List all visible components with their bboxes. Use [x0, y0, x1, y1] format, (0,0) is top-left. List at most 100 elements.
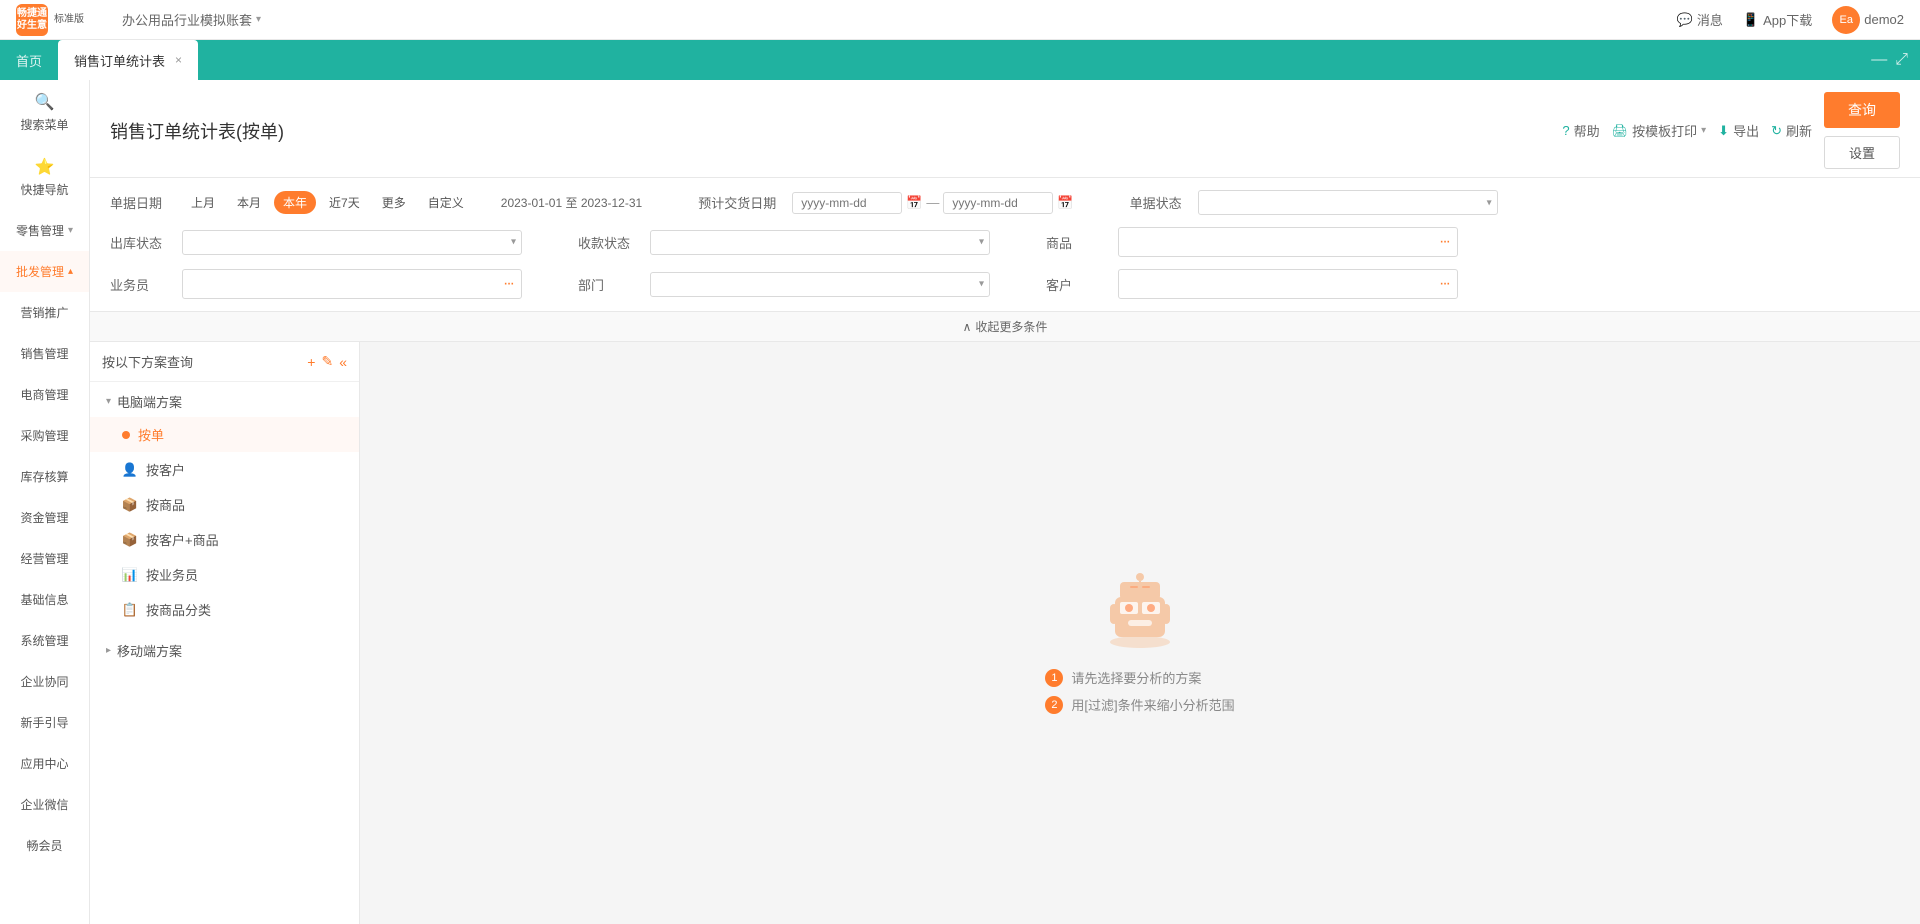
sidebar-item-ecommerce[interactable]: 电商管理: [0, 374, 89, 415]
star-icon: ⭐: [35, 157, 55, 177]
sidebar-item-wechat[interactable]: 企业微信: [0, 784, 89, 825]
sidebar-item-inventory[interactable]: 库存核算: [0, 456, 89, 497]
collapse-chevron-icon: ∧: [963, 320, 972, 334]
tab-maximize-icon[interactable]: ⤢: [1895, 51, 1908, 69]
shortcut-more[interactable]: 更多: [373, 191, 415, 214]
sidebar-item-member[interactable]: 畅会员: [0, 825, 89, 866]
workspace-selector[interactable]: 办公用品行业模拟账套 ▾: [122, 10, 261, 29]
scheme-item-by-category[interactable]: 📋 按商品分类: [90, 592, 359, 627]
workspace-name: 办公用品行业模拟账套: [122, 10, 252, 29]
print-button[interactable]: 🖨 按模板打印 ▾: [1612, 121, 1707, 140]
delivery-date-label: 预计交货日期: [698, 193, 776, 212]
shortcut-this-month[interactable]: 本月: [228, 191, 270, 214]
message-icon: 💬: [1677, 12, 1693, 28]
sidebar-item-quick-nav[interactable]: ⭐ 快捷导航: [0, 145, 89, 210]
scheme-item-by-salesperson[interactable]: 📊 按业务员: [90, 557, 359, 592]
product-icon: 📦: [122, 497, 138, 513]
scheme-section-mobile-header[interactable]: ▸ 移动端方案: [90, 635, 359, 666]
payment-status-select[interactable]: [650, 230, 990, 255]
salesperson-input-wrapper: ···: [182, 269, 522, 299]
delivery-date-start-input[interactable]: [792, 192, 902, 214]
product2-icon: 📦: [122, 532, 138, 548]
query-settings-group: 查询 设置: [1824, 92, 1900, 169]
scheme-item-by-order[interactable]: 按单: [90, 417, 359, 452]
bill-status-select[interactable]: [1198, 190, 1498, 215]
shortcut-last-month[interactable]: 上月: [182, 191, 224, 214]
delivery-status-select[interactable]: [182, 230, 522, 255]
filter-panel: 单据日期 上月 本月 本年 近7天 更多 自定义 2023-01-01 至 20…: [90, 178, 1920, 312]
scheme-add-icon[interactable]: +: [307, 354, 315, 370]
chevron-down-icon: ▾: [68, 225, 73, 236]
download-icon: 📱: [1743, 12, 1759, 28]
scheme-section-pc: ▾ 电脑端方案 按单 👤 按客户 📦: [90, 382, 359, 631]
sidebar-item-wholesale[interactable]: 批发管理 ▴: [0, 251, 89, 292]
goods-input[interactable]: [1127, 235, 1439, 250]
sidebar: 🔍 搜索菜单 ⭐ 快捷导航 零售管理 ▾ 批发管理 ▴ 营销推广 销售管理 电商…: [0, 80, 90, 924]
scheme-item-by-customer-product[interactable]: 📦 按客户+商品: [90, 522, 359, 557]
scheme-item-by-customer[interactable]: 👤 按客户: [90, 452, 359, 487]
goods-dots-icon[interactable]: ···: [1439, 233, 1449, 251]
dept-select-wrapper: ▾: [650, 272, 990, 297]
scheme-edit-icon[interactable]: ✎: [321, 353, 333, 370]
date-calendar-end-icon[interactable]: 📅: [1057, 195, 1073, 211]
filter-row-date: 单据日期 上月 本月 本年 近7天 更多 自定义 2023-01-01 至 20…: [110, 190, 1900, 215]
empty-illustration: [1090, 552, 1190, 652]
sidebar-item-purchase[interactable]: 采购管理: [0, 415, 89, 456]
sidebar-item-enterprise-collab[interactable]: 企业协同: [0, 661, 89, 702]
tab-sales-order-stats[interactable]: 销售订单统计表 ×: [58, 40, 198, 80]
sidebar-item-marketing[interactable]: 营销推广: [0, 292, 89, 333]
scheme-collapse-icon[interactable]: «: [339, 354, 347, 370]
message-button[interactable]: 💬 消息: [1677, 10, 1723, 29]
person-icon: 👤: [122, 462, 138, 478]
tab-minimize-icon[interactable]: —: [1871, 51, 1887, 69]
workspace-chevron: ▾: [256, 14, 261, 25]
salesperson-dots-icon[interactable]: ···: [503, 275, 513, 293]
shortcut-custom[interactable]: 自定义: [419, 191, 473, 214]
tab-bar-actions: — ⤢: [1871, 51, 1920, 69]
customer-dots-icon[interactable]: ···: [1439, 275, 1449, 293]
tab-home[interactable]: 首页: [0, 40, 58, 80]
customer-input[interactable]: [1127, 277, 1439, 292]
collapse-bar[interactable]: ∧ 收起更多条件: [90, 312, 1920, 342]
tip-num-2: 2: [1045, 696, 1063, 714]
content-area: 销售订单统计表(按单) ? 帮助 🖨 按模板打印 ▾ ⬇ 导出 ↻ 刷新: [90, 80, 1920, 924]
sidebar-item-search[interactable]: 🔍 搜索菜单: [0, 80, 89, 145]
data-area: 1 请先选择要分析的方案 2 用[过滤]条件来缩小分析范围: [360, 342, 1920, 924]
delivery-status-label: 出库状态: [110, 233, 166, 252]
help-icon: ?: [1562, 123, 1569, 138]
date-calendar-start-icon[interactable]: 📅: [906, 195, 922, 211]
app-download-button[interactable]: 📱 App下载: [1743, 10, 1812, 29]
dept-select[interactable]: [650, 272, 990, 297]
delivery-date-end-input[interactable]: [943, 192, 1053, 214]
user-button[interactable]: Ea demo2: [1832, 6, 1904, 34]
shortcut-this-year[interactable]: 本年: [274, 191, 316, 214]
salesperson-input[interactable]: [191, 277, 503, 292]
top-bar: 畅捷通好生意 标准版 办公用品行业模拟账套 ▾ 💬 消息 📱 App下载 Ea …: [0, 0, 1920, 40]
collapse-button[interactable]: ∧ 收起更多条件: [963, 318, 1048, 335]
export-button[interactable]: ⬇ 导出: [1718, 121, 1759, 140]
scheme-panel-header: 按以下方案查询 + ✎ «: [90, 342, 359, 382]
filter-row-status: 出库状态 ▾ 收款状态 ▾ 商品 ···: [110, 227, 1900, 257]
settings-button[interactable]: 设置: [1824, 136, 1900, 169]
search-icon: 🔍: [35, 92, 55, 112]
refresh-button[interactable]: ↻ 刷新: [1771, 121, 1812, 140]
sidebar-item-basic[interactable]: 基础信息: [0, 579, 89, 620]
delivery-date-range: 📅 — 📅: [792, 192, 1073, 214]
scheme-item-by-product[interactable]: 📦 按商品: [90, 487, 359, 522]
sidebar-item-system[interactable]: 系统管理: [0, 620, 89, 661]
sidebar-item-retail[interactable]: 零售管理 ▾: [0, 210, 89, 251]
sidebar-item-finance[interactable]: 资金管理: [0, 497, 89, 538]
sidebar-item-app-center[interactable]: 应用中心: [0, 743, 89, 784]
sidebar-item-sales[interactable]: 销售管理: [0, 333, 89, 374]
filter-row-persons: 业务员 ··· 部门 ▾ 客户 ···: [110, 269, 1900, 299]
help-button[interactable]: ? 帮助: [1562, 121, 1599, 140]
avatar: Ea: [1832, 6, 1860, 34]
tab-close-icon[interactable]: ×: [175, 53, 182, 67]
sidebar-item-management[interactable]: 经营管理: [0, 538, 89, 579]
query-button[interactable]: 查询: [1824, 92, 1900, 128]
sidebar-item-newbie[interactable]: 新手引导: [0, 702, 89, 743]
content-body: 按以下方案查询 + ✎ « ▾ 电脑端方案: [90, 342, 1920, 924]
shortcut-last-7-days[interactable]: 近7天: [320, 191, 369, 214]
mobile-section-arrow-icon: ▸: [106, 645, 111, 656]
scheme-section-pc-header[interactable]: ▾ 电脑端方案: [90, 386, 359, 417]
